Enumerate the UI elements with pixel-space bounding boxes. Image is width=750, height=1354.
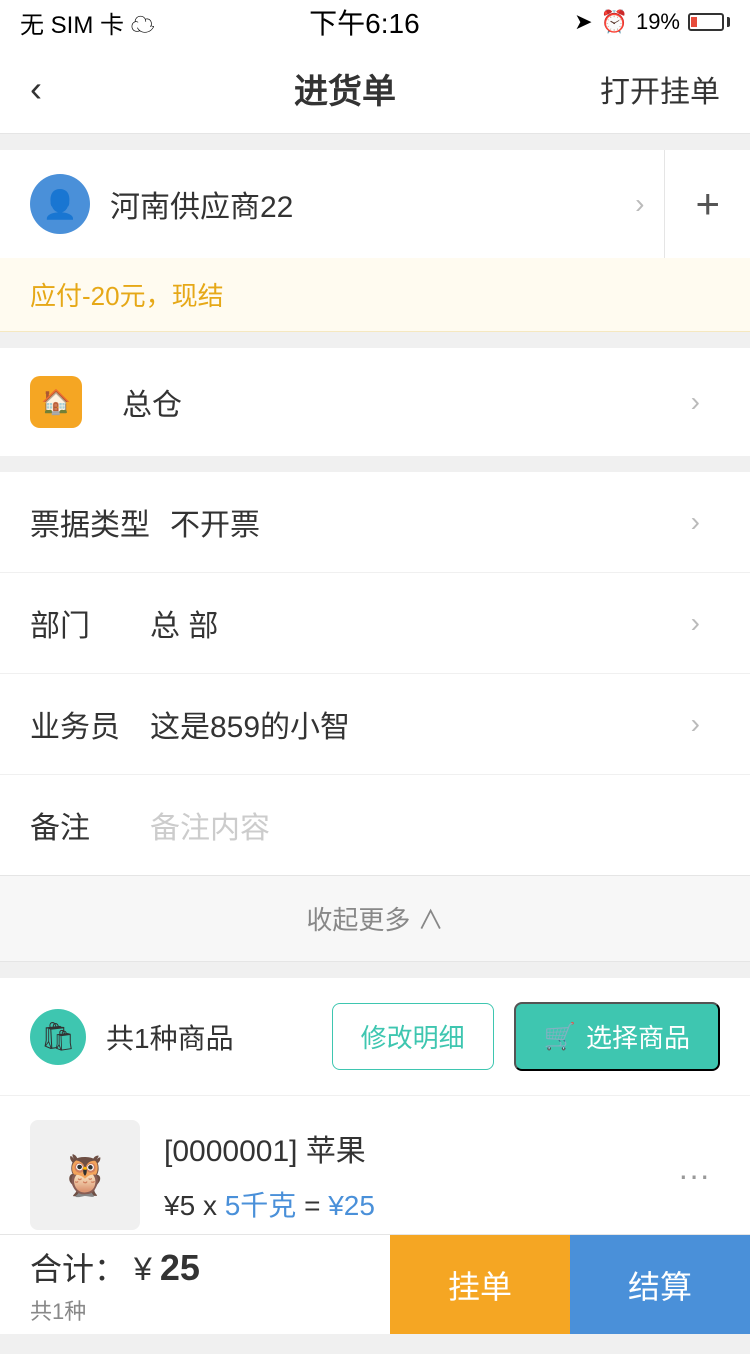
invoice-value: 不开票 (170, 500, 671, 544)
cart-icon: 🛒 (544, 1021, 576, 1052)
price-total: ¥25 (328, 1190, 375, 1221)
bottom-bar: 合计： ¥ 25 共1种 挂单 结算 (0, 1234, 750, 1334)
separator-4 (0, 962, 750, 978)
remark-input[interactable]: 备注内容 (150, 803, 720, 847)
product-title: 苹果 (306, 1135, 366, 1168)
supplier-avatar: 👤 (30, 174, 90, 234)
price-equals: = (304, 1190, 328, 1221)
hang-button[interactable]: 挂单 (390, 1235, 570, 1334)
separator-1 (0, 134, 750, 150)
product-name: [0000001] 苹果 (164, 1126, 668, 1170)
total-section: 合计： ¥ 25 共1种 (0, 1235, 390, 1334)
department-value: 总 部 (150, 601, 671, 645)
price-quantity: 5千克 (225, 1190, 297, 1221)
product-count-icon: 🛍 (30, 1009, 86, 1065)
price-multiply: x (203, 1190, 225, 1221)
supplier-main[interactable]: 👤 河南供应商22 › (0, 150, 665, 258)
product-owl-icon: 🦉 (60, 1152, 110, 1199)
total-count: 共1种 (30, 1294, 360, 1326)
remark-row[interactable]: 备注 备注内容 (0, 775, 750, 875)
status-left: 无 SIM 卡 ☁ (20, 5, 155, 40)
battery-percent: 19% (636, 9, 680, 35)
warehouse-chevron-icon: › (671, 386, 720, 418)
salesperson-value: 这是859的小智 (150, 702, 671, 746)
location-icon: ➤ (574, 9, 592, 35)
separator-3 (0, 456, 750, 472)
add-supplier-button[interactable]: + (665, 180, 750, 228)
invoice-row[interactable]: 票据类型 不开票 › (0, 472, 750, 573)
product-more-button[interactable]: ··· (668, 1147, 720, 1204)
salesperson-row[interactable]: 业务员 这是859的小智 › (0, 674, 750, 775)
page-title: 进货单 (294, 64, 396, 113)
invoice-chevron-icon: › (671, 506, 720, 538)
supplier-section: 👤 河南供应商22 › + (0, 150, 750, 258)
collapse-bar[interactable]: 收起更多 ∧ (0, 875, 750, 962)
nav-bar: ‹ 进货单 打开挂单 (0, 44, 750, 134)
invoice-label: 票据类型 (30, 500, 150, 544)
back-button[interactable]: ‹ (30, 68, 90, 110)
department-label: 部门 (30, 601, 130, 645)
total-amount: 25 (160, 1247, 200, 1289)
select-product-label: 选择商品 (586, 1018, 690, 1055)
status-right: ➤ ⏰ 19% (574, 9, 730, 35)
notice-bar: 应付-20元，现结 (0, 258, 750, 332)
warehouse-row[interactable]: 🏠 总仓 › (0, 348, 750, 456)
department-chevron-icon: › (671, 607, 720, 639)
signal-text: 无 SIM 卡 ☁ (20, 5, 155, 40)
supplier-chevron-icon: › (615, 188, 664, 220)
alarm-icon: ⏰ (601, 9, 628, 35)
product-header: 🛍 共1种商品 修改明细 🛒 选择商品 (0, 978, 750, 1095)
total-label: 合计： (30, 1244, 126, 1290)
warehouse-name: 总仓 (122, 380, 671, 424)
product-info: [0000001] 苹果 ¥5 x 5千克 = ¥25 (164, 1126, 668, 1224)
department-row[interactable]: 部门 总 部 › (0, 573, 750, 674)
price-base: ¥5 (164, 1190, 195, 1221)
product-code: [0000001] (164, 1135, 297, 1168)
edit-detail-button[interactable]: 修改明细 (332, 1003, 494, 1070)
salesperson-label: 业务员 (30, 702, 130, 746)
total-line: 合计： ¥ 25 (30, 1244, 360, 1290)
total-symbol: ¥ (134, 1251, 152, 1288)
remark-label: 备注 (30, 803, 130, 847)
supplier-name: 河南供应商22 (110, 182, 615, 226)
checkout-button[interactable]: 结算 (570, 1235, 750, 1334)
warehouse-icon: 🏠 (30, 376, 82, 428)
open-hang-button[interactable]: 打开挂单 (600, 67, 720, 111)
bag-icon: 🛍 (40, 1020, 76, 1053)
select-product-button[interactable]: 🛒 选择商品 (514, 1002, 720, 1071)
avatar-icon: 👤 (43, 188, 78, 221)
product-count-text: 共1种商品 (106, 1017, 312, 1057)
product-thumbnail: 🦉 (30, 1120, 140, 1230)
battery-icon (688, 13, 730, 31)
product-item: 🦉 [0000001] 苹果 ¥5 x 5千克 = ¥25 ··· (0, 1095, 750, 1254)
product-price: ¥5 x 5千克 = ¥25 (164, 1184, 668, 1224)
status-bar: 无 SIM 卡 ☁ 下午6:16 ➤ ⏰ 19% (0, 0, 750, 44)
salesperson-chevron-icon: › (671, 708, 720, 740)
status-time: 下午6:16 (309, 2, 420, 42)
separator-2 (0, 332, 750, 348)
form-section: 票据类型 不开票 › 部门 总 部 › 业务员 这是859的小智 › 备注 备注… (0, 472, 750, 875)
